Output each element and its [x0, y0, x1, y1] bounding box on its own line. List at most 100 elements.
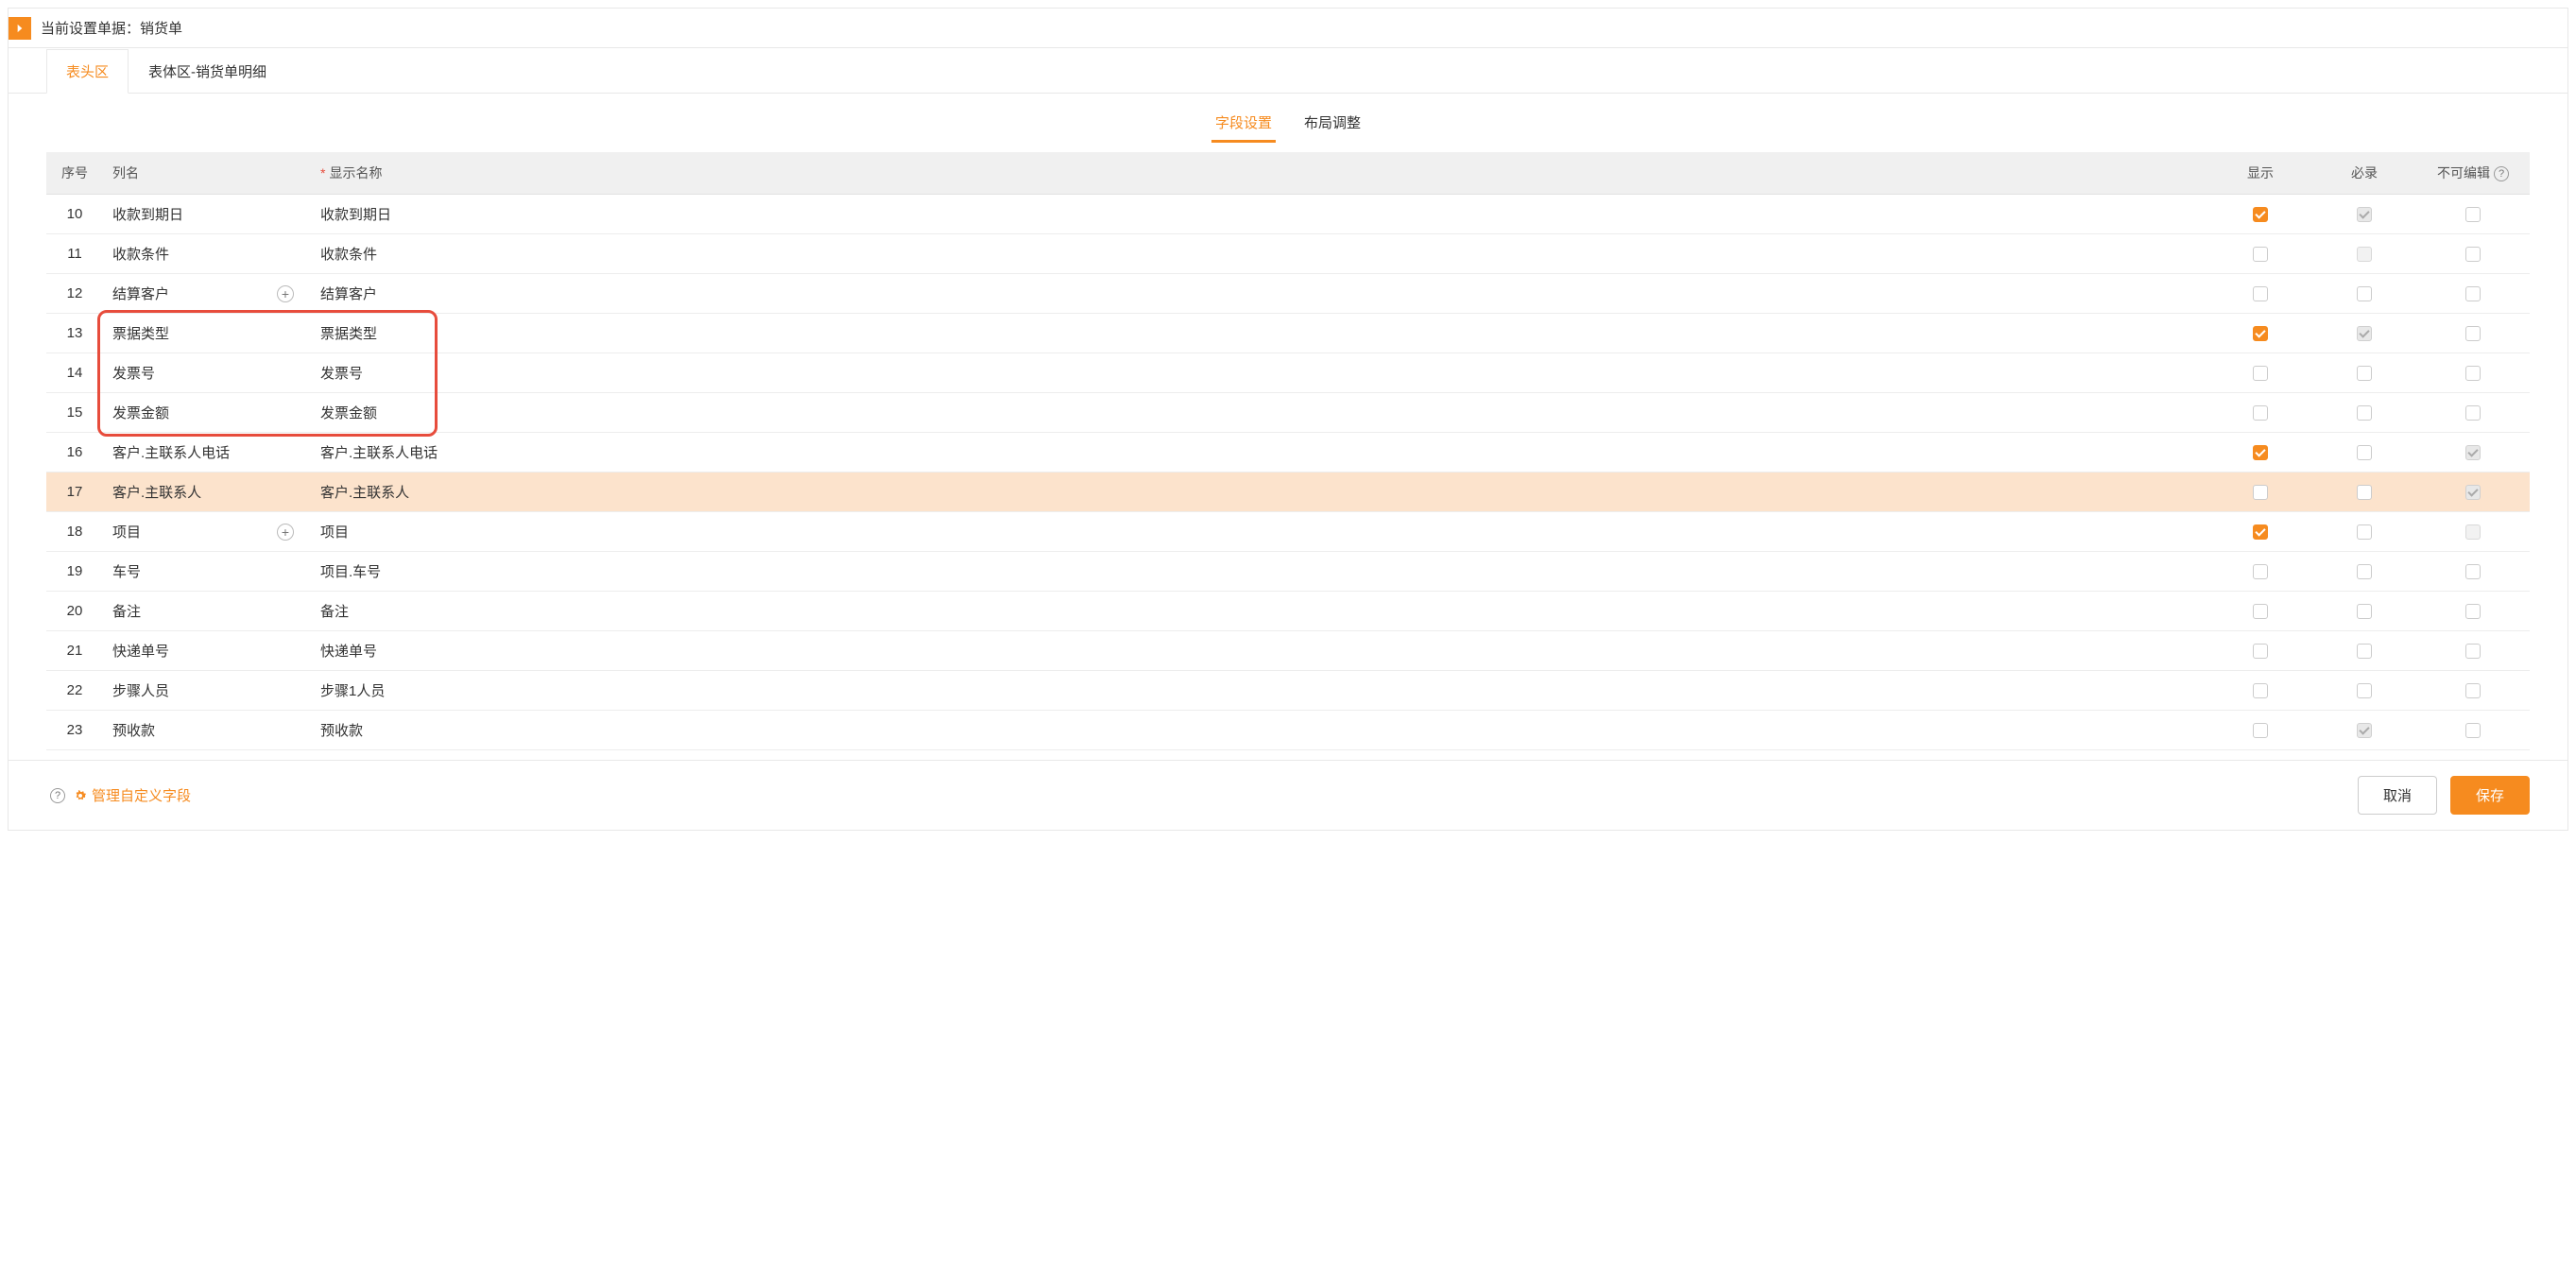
- cell-display-name[interactable]: 收款条件: [311, 234, 2208, 274]
- sub-tabs: 字段设置布局调整: [9, 94, 2567, 143]
- checkbox-required[interactable]: [2357, 524, 2372, 540]
- sub-tab-0[interactable]: 字段设置: [1211, 105, 1276, 143]
- table-row[interactable]: 17客户.主联系人客户.主联系人: [46, 473, 2530, 512]
- checkbox-not-editable[interactable]: [2465, 326, 2481, 341]
- checkbox-not-editable[interactable]: [2465, 366, 2481, 381]
- checkbox-not-editable[interactable]: [2465, 564, 2481, 579]
- cell-not-editable: [2416, 314, 2530, 353]
- cell-display-name[interactable]: 快递单号: [311, 631, 2208, 671]
- cell-name: 预收款: [103, 711, 311, 750]
- th-show: 显示: [2208, 152, 2312, 195]
- cell-display-name[interactable]: 预收款: [311, 711, 2208, 750]
- cell-index: 23: [46, 711, 103, 750]
- help-icon[interactable]: ?: [2494, 166, 2509, 181]
- cell-display-name[interactable]: 客户.主联系人: [311, 473, 2208, 512]
- checkbox-not-editable[interactable]: [2465, 207, 2481, 222]
- checkbox-not-editable[interactable]: [2465, 247, 2481, 262]
- checkbox-show[interactable]: [2253, 723, 2268, 738]
- table-row[interactable]: 12结算客户+结算客户: [46, 274, 2530, 314]
- footer: ? 管理自定义字段 取消 保存: [9, 760, 2567, 830]
- manage-custom-fields-link[interactable]: 管理自定义字段: [73, 785, 191, 805]
- expand-button[interactable]: [9, 17, 31, 40]
- checkbox-required: [2357, 247, 2372, 262]
- cell-display-name[interactable]: 发票号: [311, 353, 2208, 393]
- checkbox-required[interactable]: [2357, 644, 2372, 659]
- cell-display-name[interactable]: 发票金额: [311, 393, 2208, 433]
- checkbox-required[interactable]: [2357, 604, 2372, 619]
- checkbox-show[interactable]: [2253, 683, 2268, 698]
- checkbox-show[interactable]: [2253, 247, 2268, 262]
- checkbox-required[interactable]: [2357, 485, 2372, 500]
- cancel-button[interactable]: 取消: [2358, 776, 2437, 815]
- table-row[interactable]: 22步骤人员步骤1人员: [46, 671, 2530, 711]
- checkbox-show[interactable]: [2253, 644, 2268, 659]
- cell-index: 15: [46, 393, 103, 433]
- cell-not-editable: [2416, 234, 2530, 274]
- cell-index: 13: [46, 314, 103, 353]
- cell-display-name[interactable]: 备注: [311, 592, 2208, 631]
- table-row[interactable]: 20备注备注: [46, 592, 2530, 631]
- cell-name: 票据类型: [103, 314, 311, 353]
- checkbox-show[interactable]: [2253, 207, 2268, 222]
- table-row[interactable]: 19车号项目.车号: [46, 552, 2530, 592]
- checkbox-required[interactable]: [2357, 564, 2372, 579]
- table-row[interactable]: 14发票号发票号: [46, 353, 2530, 393]
- plus-icon[interactable]: +: [277, 524, 294, 541]
- cell-display-name[interactable]: 收款到期日: [311, 195, 2208, 234]
- table-row[interactable]: 11收款条件收款条件: [46, 234, 2530, 274]
- cell-not-editable: [2416, 195, 2530, 234]
- checkbox-not-editable[interactable]: [2465, 683, 2481, 698]
- tab-1[interactable]: 表体区-销货单明细: [129, 49, 286, 94]
- cell-show: [2208, 433, 2312, 473]
- save-button[interactable]: 保存: [2450, 776, 2530, 815]
- checkbox-show[interactable]: [2253, 326, 2268, 341]
- cell-display-name[interactable]: 项目.车号: [311, 552, 2208, 592]
- table-row[interactable]: 15发票金额发票金额: [46, 393, 2530, 433]
- table-row[interactable]: 16客户.主联系人电话客户.主联系人电话: [46, 433, 2530, 473]
- table-row[interactable]: 21快递单号快递单号: [46, 631, 2530, 671]
- checkbox-show[interactable]: [2253, 405, 2268, 421]
- checkbox-not-editable[interactable]: [2465, 644, 2481, 659]
- cell-index: 12: [46, 274, 103, 314]
- table-row[interactable]: 18项目+项目: [46, 512, 2530, 552]
- tab-0[interactable]: 表头区: [46, 49, 129, 94]
- checkbox-not-editable[interactable]: [2465, 604, 2481, 619]
- checkbox-show[interactable]: [2253, 564, 2268, 579]
- th-name: 列名: [103, 152, 311, 195]
- checkbox-required[interactable]: [2357, 286, 2372, 301]
- table-row[interactable]: 10收款到期日收款到期日: [46, 195, 2530, 234]
- checkbox-required[interactable]: [2357, 366, 2372, 381]
- checkbox-required[interactable]: [2357, 405, 2372, 421]
- cell-display-name[interactable]: 项目: [311, 512, 2208, 552]
- checkbox-not-editable[interactable]: [2465, 286, 2481, 301]
- checkbox-show[interactable]: [2253, 286, 2268, 301]
- cell-name: 快递单号: [103, 631, 311, 671]
- checkbox-required[interactable]: [2357, 445, 2372, 460]
- sub-tab-1[interactable]: 布局调整: [1300, 105, 1365, 143]
- cell-display-name[interactable]: 结算客户: [311, 274, 2208, 314]
- checkbox-show[interactable]: [2253, 485, 2268, 500]
- cell-show: [2208, 631, 2312, 671]
- checkbox-show[interactable]: [2253, 366, 2268, 381]
- cell-required: [2312, 711, 2416, 750]
- title-prefix: 当前设置单据：: [41, 21, 140, 37]
- checkbox-not-editable[interactable]: [2465, 405, 2481, 421]
- checkbox-show[interactable]: [2253, 524, 2268, 540]
- checkbox-required[interactable]: [2357, 683, 2372, 698]
- cell-show: [2208, 274, 2312, 314]
- footer-help-icon[interactable]: ?: [50, 788, 65, 803]
- cell-not-editable: [2416, 631, 2530, 671]
- checkbox-not-editable[interactable]: [2465, 723, 2481, 738]
- cell-name: 项目+: [103, 512, 311, 552]
- cell-display-name[interactable]: 票据类型: [311, 314, 2208, 353]
- page-title: 当前设置单据：销货单: [41, 9, 182, 47]
- cell-display-name[interactable]: 步骤1人员: [311, 671, 2208, 711]
- cell-display-name[interactable]: 客户.主联系人电话: [311, 433, 2208, 473]
- plus-icon[interactable]: +: [277, 285, 294, 302]
- table-row[interactable]: 13票据类型票据类型: [46, 314, 2530, 353]
- table-row[interactable]: 23预收款预收款: [46, 711, 2530, 750]
- checkbox-show[interactable]: [2253, 604, 2268, 619]
- checkbox-show[interactable]: [2253, 445, 2268, 460]
- th-display-name: *显示名称: [311, 152, 2208, 195]
- cell-index: 18: [46, 512, 103, 552]
